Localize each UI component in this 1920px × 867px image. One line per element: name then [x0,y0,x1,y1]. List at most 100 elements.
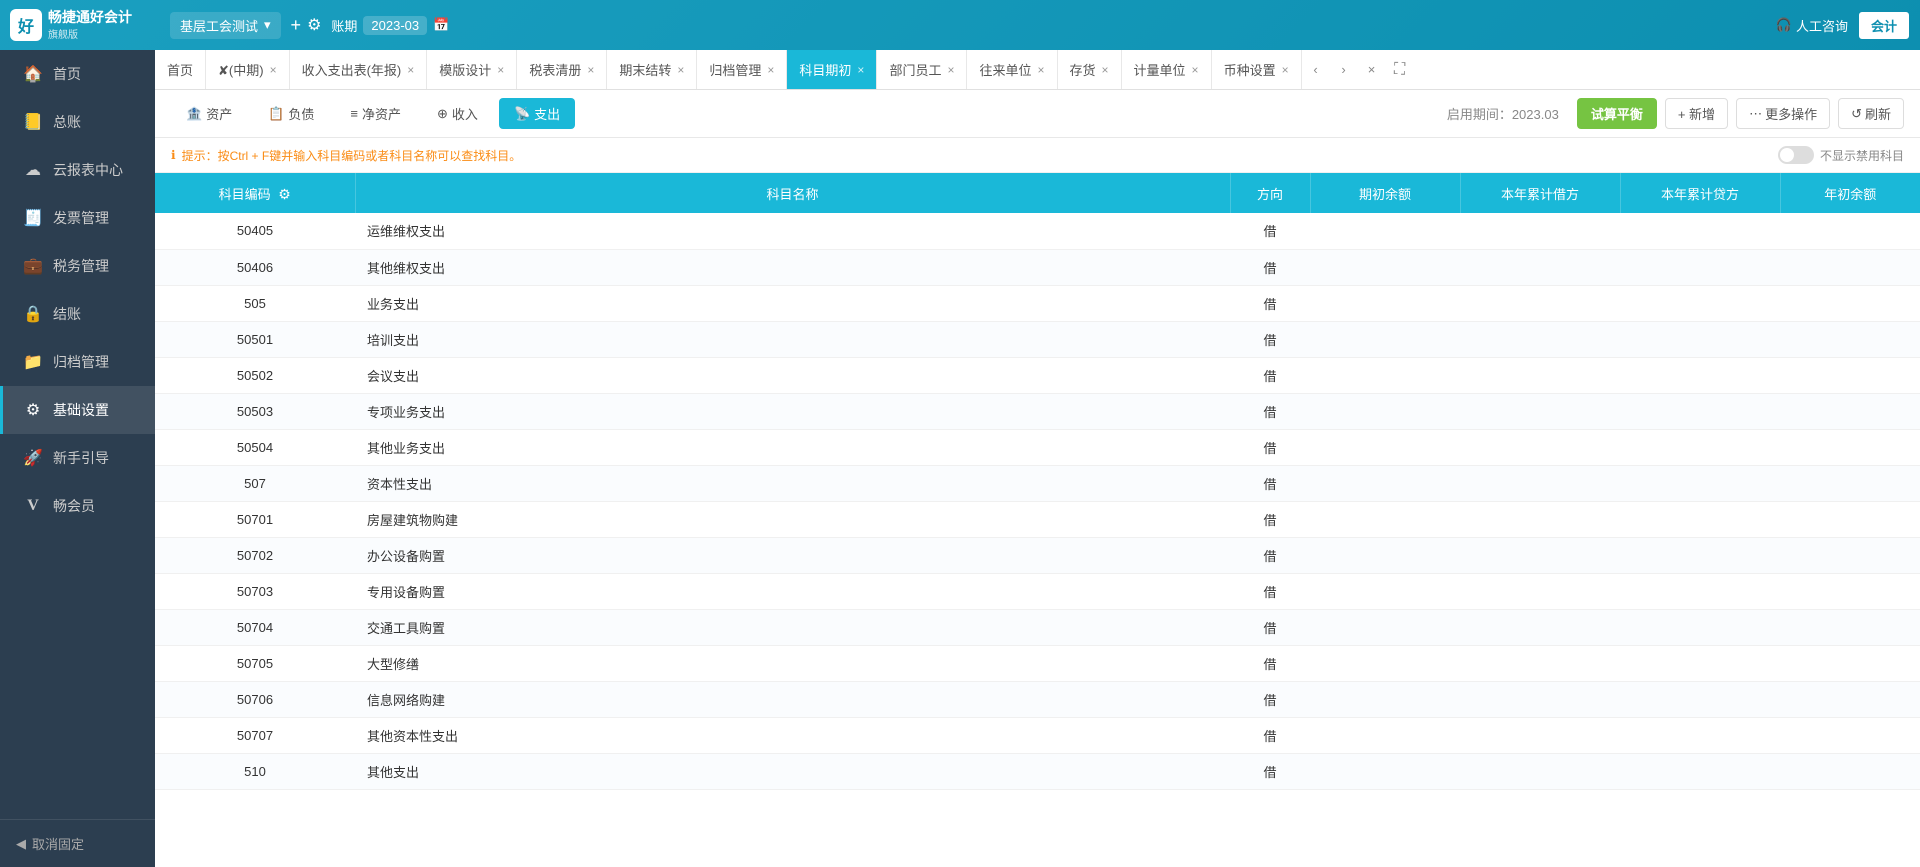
tab-assets[interactable]: 🏦 资产 [171,98,247,129]
tab-inventory[interactable]: 存货 × [1058,50,1122,90]
calendar-icon[interactable]: 📅 [433,17,449,33]
tab-dept-close[interactable]: × [947,64,954,76]
table-row[interactable]: 50405 运维维权支出 借 [155,213,1920,249]
net-assets-icon: ≡ [350,106,358,121]
sidebar-item-guide[interactable]: 🚀 新手引导 [0,434,155,482]
tab-midterm-close[interactable]: × [270,64,277,76]
tab-template[interactable]: 模版设计 × [427,50,517,90]
cell-credit [1620,249,1780,285]
cell-name: 大型修缮 [355,645,1230,681]
tab-subject-init[interactable]: 科目期初 × [787,50,877,90]
tab-currency[interactable]: 币种设置 × [1212,50,1302,90]
table-row[interactable]: 50703 专用设备购置 借 [155,573,1920,609]
tab-dept[interactable]: 部门员工 × [877,50,967,90]
tab-template-label: 模版设计 [439,60,491,79]
sidebar-item-invoice[interactable]: 🧾 发票管理 [0,194,155,242]
sidebar-item-ledger[interactable]: 📒 总账 [0,98,155,146]
tab-inventory-close[interactable]: × [1102,64,1109,76]
sidebar-item-close[interactable]: 🔒 结账 [0,290,155,338]
tab-expand-button[interactable]: ⛶ [1386,50,1414,90]
tab-filing-close[interactable]: × [767,64,774,76]
cell-code: 50705 [155,645,355,681]
tab-counterpart[interactable]: 往来单位 × [967,50,1057,90]
tab-home[interactable]: 首页 [155,50,206,90]
add-project-icon[interactable]: + [291,15,302,36]
tab-prev-button[interactable]: ‹ [1302,50,1330,90]
cell-dir: 借 [1230,357,1310,393]
sidebar-item-settings[interactable]: ⚙ 基础设置 [0,386,155,434]
tab-midterm[interactable]: ✘(中期) × [206,50,290,90]
settings-icon[interactable]: ⚙ [307,15,321,35]
disable-toggle[interactable] [1778,146,1814,164]
tab-close-all-button[interactable]: × [1358,50,1386,90]
tab-tax-close[interactable]: × [587,64,594,76]
sidebar-item-tax[interactable]: 💼 税务管理 [0,242,155,290]
table-row[interactable]: 50503 专项业务支出 借 [155,393,1920,429]
cell-balance [1310,249,1460,285]
cell-balance [1310,501,1460,537]
cell-name: 其他支出 [355,753,1230,789]
add-subject-button[interactable]: + 新增 [1665,98,1728,129]
tab-currency-close[interactable]: × [1282,64,1289,76]
cell-credit [1620,573,1780,609]
cell-code: 50704 [155,609,355,645]
table-row[interactable]: 50707 其他资本性支出 借 [155,717,1920,753]
table-row[interactable]: 50406 其他维权支出 借 [155,249,1920,285]
col-header-debit: 本年累计借方 [1460,173,1620,213]
table-row[interactable]: 50705 大型修缮 借 [155,645,1920,681]
refresh-button[interactable]: ↺ 刷新 [1838,98,1904,129]
sidebar-item-vip[interactable]: V 畅会员 [0,482,155,530]
cell-credit [1620,501,1780,537]
cell-year [1780,357,1920,393]
account-button[interactable]: 会计 [1858,11,1910,40]
table-row[interactable]: 50502 会议支出 借 [155,357,1920,393]
tab-liabilities[interactable]: 📋 负债 [253,98,329,129]
tab-next-button[interactable]: › [1330,50,1358,90]
more-actions-button[interactable]: ⋯ 更多操作 [1736,98,1830,129]
tab-unit-close[interactable]: × [1192,64,1199,76]
top-actions: + ⚙ [291,15,322,36]
subject-tabs: 🏦 资产 📋 负债 ≡ 净资产 ⊕ 收入 📡 支出 [155,90,1920,138]
tab-unit[interactable]: 计量单位 × [1122,50,1212,90]
tab-income[interactable]: ⊕ 收入 [422,98,493,129]
tab-subject-init-close[interactable]: × [857,64,864,76]
support-button[interactable]: 🎧 人工咨询 [1776,16,1848,35]
cell-balance [1310,681,1460,717]
table-row[interactable]: 50701 房屋建筑物购建 借 [155,501,1920,537]
tab-inventory-label: 存货 [1070,60,1096,79]
cell-balance [1310,285,1460,321]
subjects-table: 科目编码 ⚙ 科目名称 方向 期初余额 本年累计借方 本年累计贷方 年初余额 [155,173,1920,790]
table-row[interactable]: 50702 办公设备购置 借 [155,537,1920,573]
tab-tax[interactable]: 税表清册 × [517,50,607,90]
tab-expenditure[interactable]: 📡 支出 [499,98,575,129]
assets-icon: 🏦 [186,106,202,122]
cell-dir: 借 [1230,429,1310,465]
table-row[interactable]: 50706 信息网络购建 借 [155,681,1920,717]
table-row[interactable]: 507 资本性支出 借 [155,465,1920,501]
sidebar-item-cloud[interactable]: ☁ 云报表中心 [0,146,155,194]
table-row[interactable]: 50704 交通工具购置 借 [155,609,1920,645]
tab-net-assets[interactable]: ≡ 净资产 [335,98,416,129]
cell-dir: 借 [1230,249,1310,285]
project-selector[interactable]: 基层工会测试 ▾ [170,12,281,39]
table-row[interactable]: 510 其他支出 借 [155,753,1920,789]
sidebar-collapse-button[interactable]: ◀ 取消固定 [0,819,155,867]
cell-code: 50504 [155,429,355,465]
table-row[interactable]: 50501 培训支出 借 [155,321,1920,357]
calc-balance-button[interactable]: 试算平衡 [1577,98,1657,129]
sidebar-item-archive[interactable]: 📁 归档管理 [0,338,155,386]
tab-annual[interactable]: 收入支出表(年报) × [290,50,428,90]
tab-period-end-close[interactable]: × [677,64,684,76]
sidebar-item-home[interactable]: 🏠 首页 [0,50,155,98]
tab-period-end[interactable]: 期末结转 × [607,50,697,90]
cell-credit [1620,645,1780,681]
col-settings-icon[interactable]: ⚙ [278,186,291,202]
table-row[interactable]: 50504 其他业务支出 借 [155,429,1920,465]
tab-template-close[interactable]: × [497,64,504,76]
expenditure-label: 支出 [534,104,560,123]
tab-annual-close[interactable]: × [407,64,414,76]
tab-counterpart-close[interactable]: × [1037,64,1044,76]
table-row[interactable]: 505 业务支出 借 [155,285,1920,321]
cell-year [1780,681,1920,717]
tab-filing[interactable]: 归档管理 × [697,50,787,90]
